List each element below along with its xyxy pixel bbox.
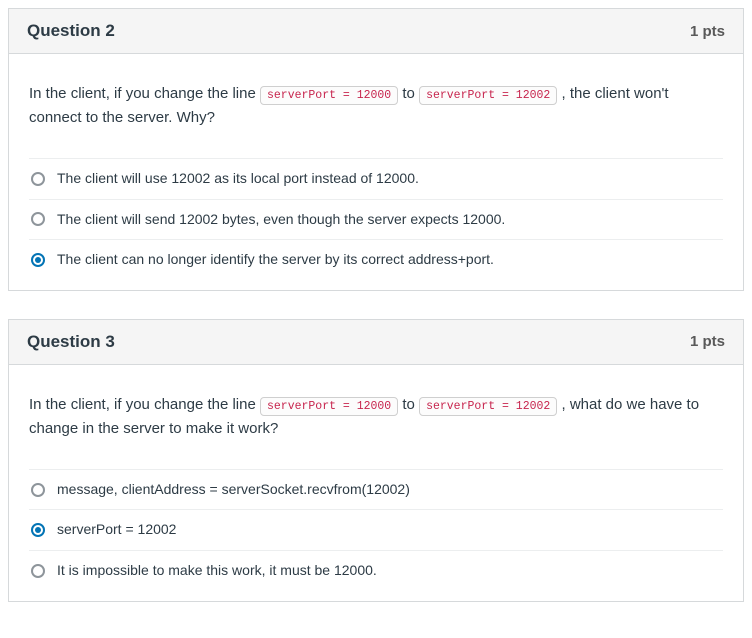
question-points: 1 pts [690, 23, 725, 40]
question-points: 1 pts [690, 333, 725, 350]
answer-label: The client will use 12002 as its local p… [57, 169, 419, 189]
question-header: Question 2 1 pts [9, 9, 743, 54]
code-snippet: serverPort = 12002 [419, 86, 557, 105]
answer-option[interactable]: It is impossible to make this work, it m… [29, 550, 723, 591]
question-header: Question 3 1 pts [9, 320, 743, 365]
radio-icon[interactable] [31, 212, 45, 226]
code-snippet: serverPort = 12002 [419, 397, 557, 416]
answer-label: message, clientAddress = serverSocket.re… [57, 480, 410, 500]
answer-label: serverPort = 12002 [57, 520, 176, 540]
code-snippet: serverPort = 12000 [260, 86, 398, 105]
answer-label: The client can no longer identify the se… [57, 250, 494, 270]
answer-option[interactable]: serverPort = 12002 [29, 509, 723, 550]
radio-icon[interactable] [31, 483, 45, 497]
radio-icon[interactable] [31, 253, 45, 267]
question-block-3: Question 3 1 pts In the client, if you c… [8, 319, 744, 602]
radio-icon[interactable] [31, 564, 45, 578]
prompt-text: In the client, if you change the line [29, 85, 260, 102]
code-snippet: serverPort = 12000 [260, 397, 398, 416]
answer-list: message, clientAddress = serverSocket.re… [29, 469, 723, 591]
question-body: In the client, if you change the line se… [9, 54, 743, 290]
answer-option[interactable]: The client can no longer identify the se… [29, 239, 723, 280]
question-body: In the client, if you change the line se… [9, 365, 743, 601]
prompt-text: to [402, 396, 419, 413]
answer-option[interactable]: message, clientAddress = serverSocket.re… [29, 469, 723, 510]
radio-icon[interactable] [31, 172, 45, 186]
question-prompt: In the client, if you change the line se… [29, 393, 723, 441]
answer-option[interactable]: The client will use 12002 as its local p… [29, 158, 723, 199]
prompt-text: to [402, 85, 419, 102]
radio-icon[interactable] [31, 523, 45, 537]
question-title: Question 2 [27, 21, 115, 41]
question-prompt: In the client, if you change the line se… [29, 82, 723, 130]
answer-option[interactable]: The client will send 12002 bytes, even t… [29, 199, 723, 240]
question-block-2: Question 2 1 pts In the client, if you c… [8, 8, 744, 291]
prompt-text: In the client, if you change the line [29, 396, 260, 413]
answer-label: It is impossible to make this work, it m… [57, 561, 377, 581]
answer-list: The client will use 12002 as its local p… [29, 158, 723, 280]
answer-label: The client will send 12002 bytes, even t… [57, 210, 505, 230]
question-title: Question 3 [27, 332, 115, 352]
